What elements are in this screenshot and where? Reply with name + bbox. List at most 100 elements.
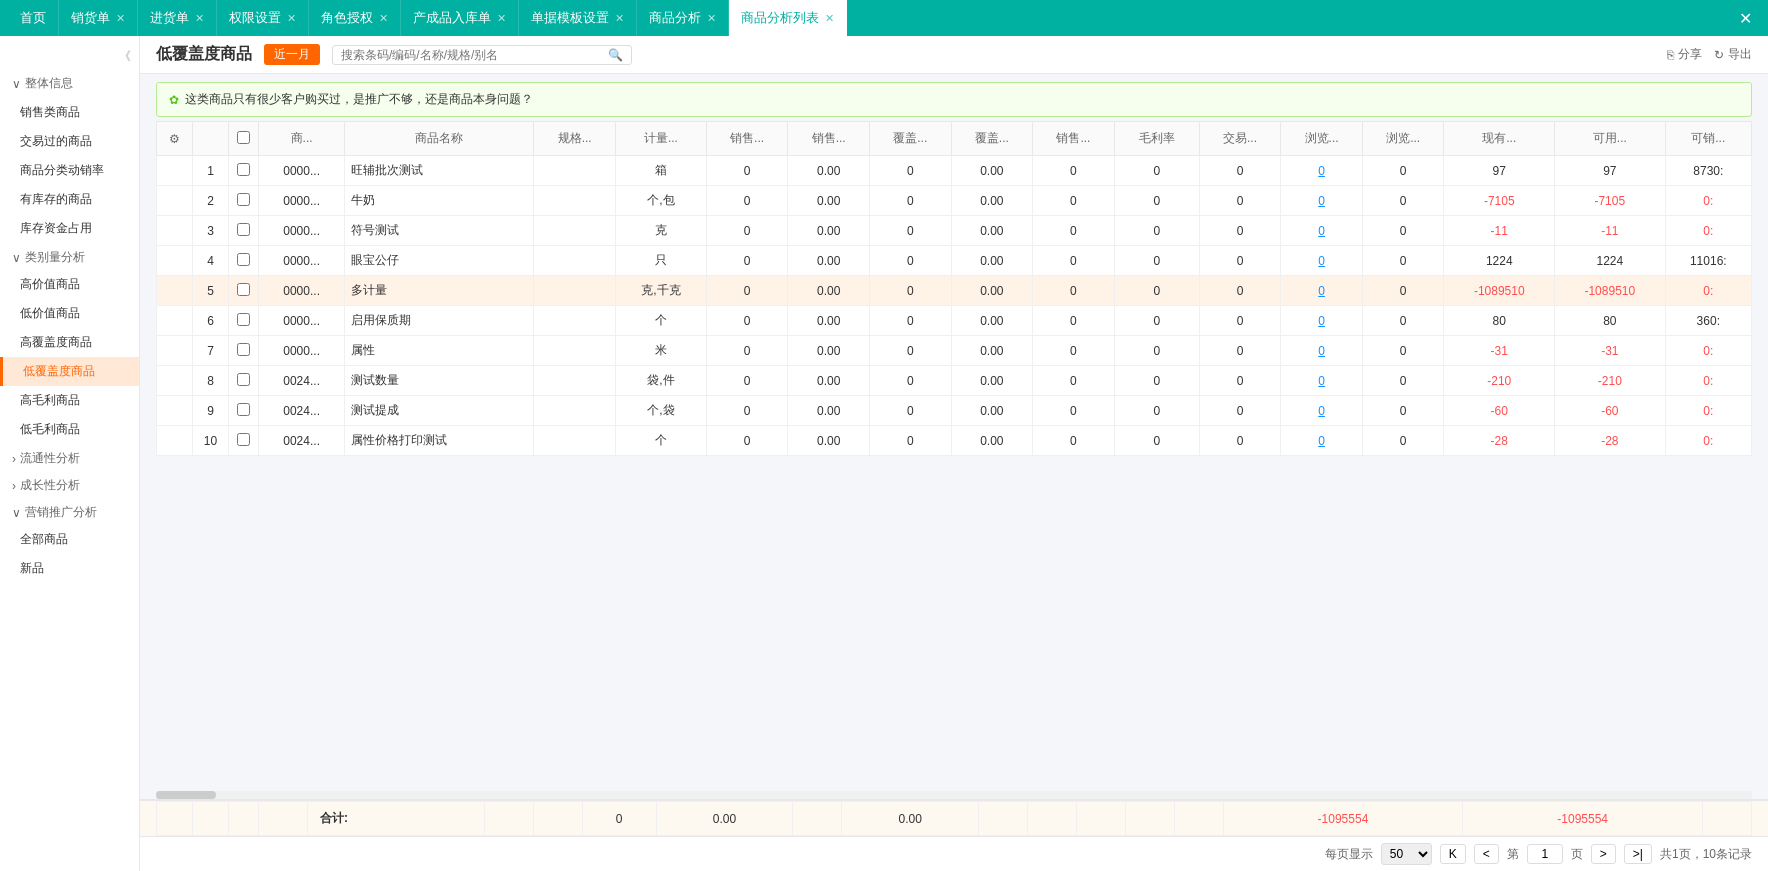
sidebar-section-flow[interactable]: › 流通性分析 bbox=[0, 444, 139, 471]
row-check-1[interactable] bbox=[237, 163, 250, 176]
col-code[interactable]: 商... bbox=[259, 122, 345, 156]
search-icon[interactable]: 🔍 bbox=[608, 48, 623, 62]
col-checkbox[interactable] bbox=[229, 122, 259, 156]
nav-role[interactable]: 角色授权 ✕ bbox=[309, 0, 401, 36]
row-checkbox[interactable] bbox=[229, 366, 259, 396]
row-browse-a[interactable]: 0 bbox=[1281, 366, 1363, 396]
sidebar-item-in-stock[interactable]: 有库存的商品 bbox=[0, 185, 139, 214]
row-check-8[interactable] bbox=[237, 373, 250, 386]
row-check-4[interactable] bbox=[237, 253, 250, 266]
col-browse-a[interactable]: 浏览... bbox=[1281, 122, 1363, 156]
nav-product-analysis-list[interactable]: 商品分析列表 ✕ bbox=[729, 0, 847, 36]
sidebar-item-low-value[interactable]: 低价值商品 bbox=[0, 299, 139, 328]
sidebar-item-high-coverage[interactable]: 高覆盖度商品 bbox=[0, 328, 139, 357]
sidebar-item-all-goods[interactable]: 全部商品 bbox=[0, 525, 139, 554]
col-browse-b[interactable]: 浏览... bbox=[1362, 122, 1444, 156]
nav-permission[interactable]: 权限设置 ✕ bbox=[217, 0, 309, 36]
row-checkbox[interactable] bbox=[229, 336, 259, 366]
row-browse-a[interactable]: 0 bbox=[1281, 276, 1363, 306]
col-gross-rate[interactable]: 毛利率 bbox=[1114, 122, 1199, 156]
col-cover-a[interactable]: 覆盖... bbox=[869, 122, 951, 156]
row-check-5[interactable] bbox=[237, 283, 250, 296]
sidebar-section-overall[interactable]: ∨ 整体信息 bbox=[0, 69, 139, 98]
row-check-3[interactable] bbox=[237, 223, 250, 236]
close-sales-icon[interactable]: ✕ bbox=[116, 12, 125, 25]
close-production-icon[interactable]: ✕ bbox=[497, 12, 506, 25]
prev-page-button[interactable]: < bbox=[1474, 844, 1499, 864]
row-browse-a[interactable]: 0 bbox=[1281, 396, 1363, 426]
col-available[interactable]: 可用... bbox=[1555, 122, 1666, 156]
first-page-button[interactable]: K bbox=[1440, 844, 1466, 864]
row-browse-a[interactable]: 0 bbox=[1281, 246, 1363, 276]
scroll-thumb[interactable] bbox=[156, 791, 216, 799]
select-all-checkbox[interactable] bbox=[237, 131, 250, 144]
col-unit[interactable]: 计量... bbox=[615, 122, 706, 156]
row-check-2[interactable] bbox=[237, 193, 250, 206]
page-input[interactable] bbox=[1527, 844, 1563, 864]
nav-template[interactable]: 单据模板设置 ✕ bbox=[519, 0, 637, 36]
close-role-icon[interactable]: ✕ bbox=[379, 12, 388, 25]
close-permission-icon[interactable]: ✕ bbox=[287, 12, 296, 25]
last-page-button[interactable]: >| bbox=[1624, 844, 1652, 864]
sidebar-item-low-margin[interactable]: 低毛利商品 bbox=[0, 415, 139, 444]
close-purchase-icon[interactable]: ✕ bbox=[195, 12, 204, 25]
row-browse-a[interactable]: 0 bbox=[1281, 336, 1363, 366]
row-browse-a[interactable]: 0 bbox=[1281, 156, 1363, 186]
next-page-button[interactable]: > bbox=[1591, 844, 1616, 864]
close-list-icon[interactable]: ✕ bbox=[825, 12, 834, 25]
scroll-bar[interactable] bbox=[156, 791, 1752, 799]
col-name[interactable]: 商品名称 bbox=[345, 122, 534, 156]
close-template-icon[interactable]: ✕ bbox=[615, 12, 624, 25]
row-browse-a[interactable]: 0 bbox=[1281, 426, 1363, 456]
row-checkbox[interactable] bbox=[229, 306, 259, 336]
sidebar-section-growth[interactable]: › 成长性分析 bbox=[0, 471, 139, 498]
row-check-7[interactable] bbox=[237, 343, 250, 356]
nav-production[interactable]: 产成品入库单 ✕ bbox=[401, 0, 519, 36]
row-browse-a[interactable]: 0 bbox=[1281, 216, 1363, 246]
sidebar-item-stock-capital[interactable]: 库存资金占用 bbox=[0, 214, 139, 243]
col-settings[interactable]: ⚙ bbox=[157, 122, 193, 156]
nav-sales[interactable]: 销货单 ✕ bbox=[59, 0, 138, 36]
col-spec[interactable]: 规格... bbox=[534, 122, 616, 156]
share-button[interactable]: ⎘ 分享 bbox=[1667, 46, 1702, 63]
row-check-10[interactable] bbox=[237, 433, 250, 446]
sidebar-item-traded-goods[interactable]: 交易过的商品 bbox=[0, 127, 139, 156]
period-button[interactable]: 近一月 bbox=[264, 44, 320, 65]
row-checkbox[interactable] bbox=[229, 246, 259, 276]
sidebar-item-new-goods[interactable]: 新品 bbox=[0, 554, 139, 583]
row-browse-a[interactable]: 0 bbox=[1281, 306, 1363, 336]
sidebar-item-high-margin[interactable]: 高毛利商品 bbox=[0, 386, 139, 415]
search-input[interactable] bbox=[341, 48, 604, 62]
sidebar-section-marketing[interactable]: ∨ 营销推广分析 bbox=[0, 498, 139, 525]
sidebar-item-sales-goods[interactable]: 销售类商品 bbox=[0, 98, 139, 127]
nav-home[interactable]: 首页 bbox=[8, 0, 59, 36]
export-button[interactable]: ↻ 导出 bbox=[1714, 46, 1752, 63]
col-sales-amt[interactable]: 销售... bbox=[788, 122, 870, 156]
row-checkbox[interactable] bbox=[229, 426, 259, 456]
col-trade[interactable]: 交易... bbox=[1199, 122, 1281, 156]
col-sales-c[interactable]: 销售... bbox=[1033, 122, 1115, 156]
row-checkbox[interactable] bbox=[229, 216, 259, 246]
close-product-analysis-icon[interactable]: ✕ bbox=[707, 12, 716, 25]
table-container[interactable]: ⚙ 商... 商品名称 规格... 计量... 销售... 销售... 覆盖..… bbox=[156, 121, 1752, 787]
row-checkbox[interactable] bbox=[229, 396, 259, 426]
col-saleable[interactable]: 可销... bbox=[1665, 122, 1751, 156]
row-checkbox[interactable] bbox=[229, 156, 259, 186]
row-checkbox[interactable] bbox=[229, 186, 259, 216]
nav-product-analysis[interactable]: 商品分析 ✕ bbox=[637, 0, 729, 36]
col-cover-b[interactable]: 覆盖... bbox=[951, 122, 1033, 156]
sidebar-item-low-coverage[interactable]: 低覆盖度商品 bbox=[0, 357, 139, 386]
per-page-select[interactable]: 50 100 200 bbox=[1381, 843, 1432, 865]
sidebar-item-high-value[interactable]: 高价值商品 bbox=[0, 270, 139, 299]
row-browse-a[interactable]: 0 bbox=[1281, 186, 1363, 216]
row-check-6[interactable] bbox=[237, 313, 250, 326]
close-all-button[interactable]: ✕ bbox=[1731, 9, 1760, 28]
col-current[interactable]: 现有... bbox=[1444, 122, 1555, 156]
sidebar-section-category[interactable]: ∨ 类别量分析 bbox=[0, 243, 139, 270]
sidebar-collapse-button[interactable]: 《 bbox=[0, 44, 139, 69]
row-checkbox[interactable] bbox=[229, 276, 259, 306]
nav-purchase[interactable]: 进货单 ✕ bbox=[138, 0, 217, 36]
sidebar-item-category-rate[interactable]: 商品分类动销率 bbox=[0, 156, 139, 185]
row-check-9[interactable] bbox=[237, 403, 250, 416]
col-sales-qty[interactable]: 销售... bbox=[706, 122, 788, 156]
